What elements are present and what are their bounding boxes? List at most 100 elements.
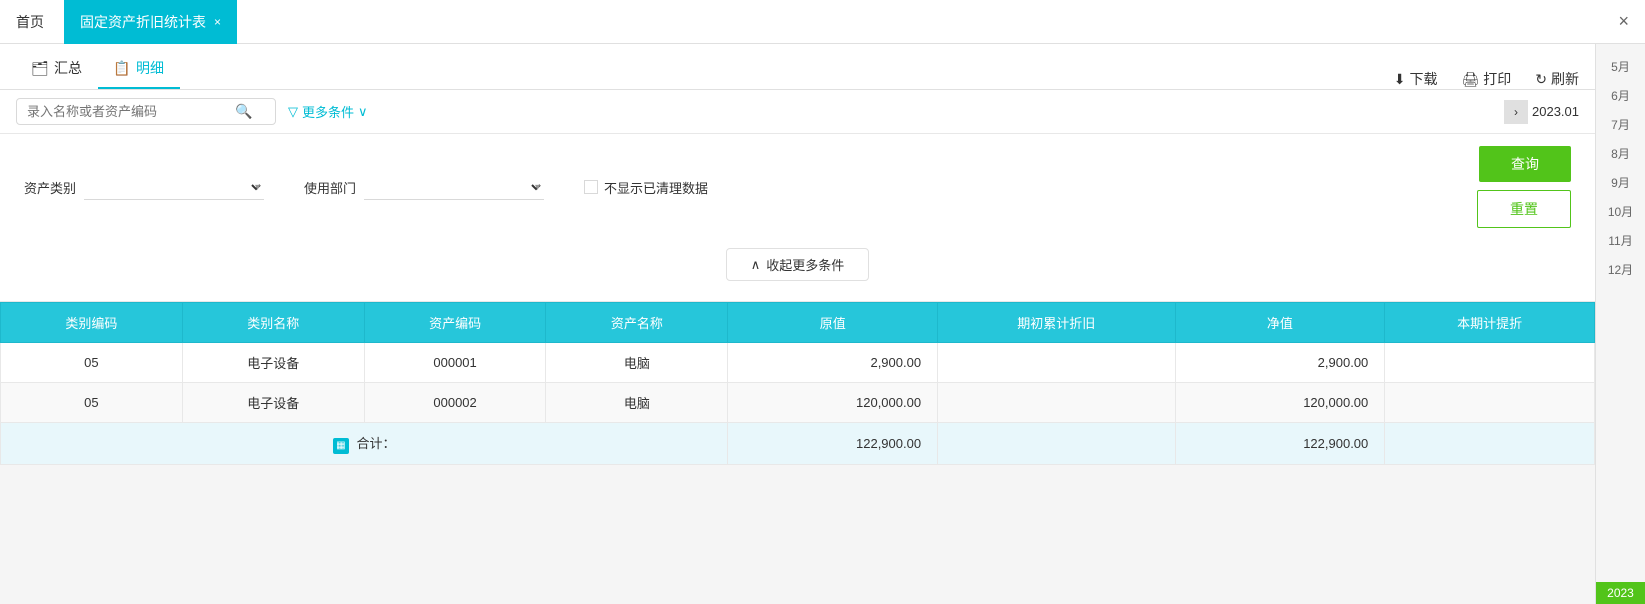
cell-net-value: 120,000.00 bbox=[1175, 383, 1385, 423]
date-nav: › 2023.01 bbox=[1504, 100, 1579, 124]
tab-summary[interactable]: 🗂 汇总 bbox=[16, 49, 98, 89]
col-original-value: 原值 bbox=[728, 303, 938, 343]
cell-original-value: 120,000.00 bbox=[728, 383, 938, 423]
cell-accumulated-depreciation bbox=[938, 383, 1175, 423]
hide-cleared-checkbox[interactable] bbox=[584, 180, 598, 194]
total-current-dep bbox=[1385, 423, 1595, 465]
total-icon: ▦ bbox=[333, 438, 349, 454]
month-item[interactable]: 6月 bbox=[1608, 81, 1633, 110]
search-icon: 🔍 bbox=[235, 103, 252, 120]
month-item[interactable]: 12月 bbox=[1608, 255, 1633, 284]
month-item[interactable]: 10月 bbox=[1608, 197, 1633, 226]
tab-label: 固定资产折旧统计表 bbox=[80, 12, 206, 32]
sub-tabs: 🗂 汇总 📋 明细 ⬇ 下载 🖨 打印 ↻ 刷新 bbox=[0, 44, 1595, 90]
refresh-label: 刷新 bbox=[1551, 69, 1579, 89]
cell-current-depreciation bbox=[1385, 383, 1595, 423]
print-label: 打印 bbox=[1483, 69, 1511, 89]
filter-row: 资产类别 使用部门 不显示已清理数据 bbox=[24, 146, 1571, 228]
cell-net-value: 2,900.00 bbox=[1175, 343, 1385, 383]
active-tab[interactable]: 固定资产折旧统计表 × bbox=[64, 0, 237, 44]
data-table: 类别编码 类别名称 资产编码 资产名称 原值 期初累计折旧 净值 本期计提折 0… bbox=[0, 302, 1595, 465]
cell-category-code: 05 bbox=[1, 383, 183, 423]
close-window-icon[interactable]: × bbox=[1618, 11, 1629, 32]
department-field: 使用部门 bbox=[304, 174, 544, 200]
table-row: 05 电子设备 000002 电脑 120,000.00 120,000.00 bbox=[1, 383, 1595, 423]
asset-category-field: 资产类别 bbox=[24, 174, 264, 200]
month-item[interactable]: 5月 bbox=[1608, 52, 1633, 81]
month-item[interactable]: 9月 bbox=[1608, 168, 1633, 197]
month-item[interactable]: 8月 bbox=[1608, 139, 1633, 168]
department-label: 使用部门 bbox=[304, 178, 356, 197]
tab-close-icon[interactable]: × bbox=[214, 15, 221, 29]
col-accumulated-depreciation: 期初累计折旧 bbox=[938, 303, 1175, 343]
download-icon: ⬇ bbox=[1394, 71, 1406, 88]
asset-category-label: 资产类别 bbox=[24, 178, 76, 197]
search-input-wrap: 🔍 bbox=[16, 98, 276, 125]
reset-button[interactable]: 重置 bbox=[1477, 190, 1571, 228]
collapse-button[interactable]: ∧ 收起更多条件 bbox=[726, 248, 870, 281]
col-net-value: 净值 bbox=[1175, 303, 1385, 343]
nav-home[interactable]: 首页 bbox=[16, 12, 44, 32]
refresh-button[interactable]: ↻ 刷新 bbox=[1535, 69, 1579, 89]
tab-detail[interactable]: 📋 明细 bbox=[98, 49, 180, 89]
col-category-code: 类别编码 bbox=[1, 303, 183, 343]
total-net-value: 122,900.00 bbox=[1175, 423, 1385, 465]
cell-asset-code: 000002 bbox=[364, 383, 546, 423]
cell-category-code: 05 bbox=[1, 343, 183, 383]
table-header-row: 类别编码 类别名称 资产编码 资产名称 原值 期初累计折旧 净值 本期计提折 bbox=[1, 303, 1595, 343]
top-nav: 首页 固定资产折旧统计表 × × bbox=[0, 0, 1645, 44]
detail-icon: 📋 bbox=[114, 60, 130, 76]
filter-buttons: 查询 重置 bbox=[1477, 146, 1571, 228]
filter-more-button[interactable]: ▽ 更多条件 ∨ bbox=[288, 102, 368, 121]
table-wrap: 类别编码 类别名称 资产编码 资产名称 原值 期初累计折旧 净值 本期计提折 0… bbox=[0, 302, 1595, 465]
department-select[interactable] bbox=[364, 174, 544, 200]
month-item[interactable]: 11月 bbox=[1608, 226, 1633, 255]
date-prev-arrow[interactable]: › bbox=[1504, 100, 1528, 124]
query-button[interactable]: 查询 bbox=[1479, 146, 1571, 182]
total-accumulated bbox=[938, 423, 1175, 465]
department-select-wrap bbox=[364, 174, 544, 200]
cell-asset-name: 电脑 bbox=[546, 343, 728, 383]
hide-cleared-field: 不显示已清理数据 bbox=[584, 178, 708, 197]
collapse-icon: ∧ bbox=[751, 257, 761, 273]
tab-summary-label: 汇总 bbox=[54, 58, 82, 78]
filter-more-label: 更多条件 bbox=[302, 102, 354, 121]
download-label: 下载 bbox=[1409, 69, 1437, 89]
download-button[interactable]: ⬇ 下载 bbox=[1394, 69, 1438, 89]
filter-icon: ▽ bbox=[288, 104, 298, 120]
cell-current-depreciation bbox=[1385, 343, 1595, 383]
months-container: 5月6月7月8月9月10月11月12月 bbox=[1608, 52, 1633, 284]
total-label: 合计： bbox=[356, 436, 395, 451]
right-panel: 5月6月7月8月9月10月11月12月 2023 bbox=[1595, 44, 1645, 604]
col-asset-name: 资产名称 bbox=[546, 303, 728, 343]
cell-asset-name: 电脑 bbox=[546, 383, 728, 423]
cell-category-name: 电子设备 bbox=[182, 383, 364, 423]
refresh-icon: ↻ bbox=[1535, 71, 1547, 88]
asset-category-select[interactable] bbox=[84, 174, 264, 200]
month-item[interactable]: 7月 bbox=[1608, 110, 1633, 139]
filter-area: 资产类别 使用部门 不显示已清理数据 bbox=[0, 134, 1595, 302]
filter-chevron-icon: ∨ bbox=[358, 104, 368, 120]
tab-detail-label: 明细 bbox=[136, 58, 164, 78]
toolbar-right: ⬇ 下载 🖨 打印 ↻ 刷新 bbox=[1394, 69, 1579, 89]
cell-category-name: 电子设备 bbox=[182, 343, 364, 383]
print-button[interactable]: 🖨 打印 bbox=[1461, 69, 1511, 89]
asset-category-select-wrap bbox=[84, 174, 264, 200]
collapse-label: 收起更多条件 bbox=[766, 255, 844, 274]
cell-accumulated-depreciation bbox=[938, 343, 1175, 383]
search-bar: 🔍 ▽ 更多条件 ∨ › 2023.01 bbox=[0, 90, 1595, 134]
hide-cleared-label: 不显示已清理数据 bbox=[604, 178, 708, 197]
year-badge: 2023 bbox=[1596, 582, 1645, 604]
table-row: 05 电子设备 000001 电脑 2,900.00 2,900.00 bbox=[1, 343, 1595, 383]
col-category-name: 类别名称 bbox=[182, 303, 364, 343]
search-input[interactable] bbox=[27, 104, 227, 119]
summary-icon: 🗂 bbox=[32, 60, 48, 76]
total-label-cell: ▦ 合计： bbox=[1, 423, 728, 465]
total-row: ▦ 合计： 122,900.00 122,900.00 bbox=[1, 423, 1595, 465]
date-label: 2023.01 bbox=[1532, 104, 1579, 119]
cell-original-value: 2,900.00 bbox=[728, 343, 938, 383]
cell-asset-code: 000001 bbox=[364, 343, 546, 383]
total-original-value: 122,900.00 bbox=[728, 423, 938, 465]
col-asset-code: 资产编码 bbox=[364, 303, 546, 343]
col-current-depreciation: 本期计提折 bbox=[1385, 303, 1595, 343]
